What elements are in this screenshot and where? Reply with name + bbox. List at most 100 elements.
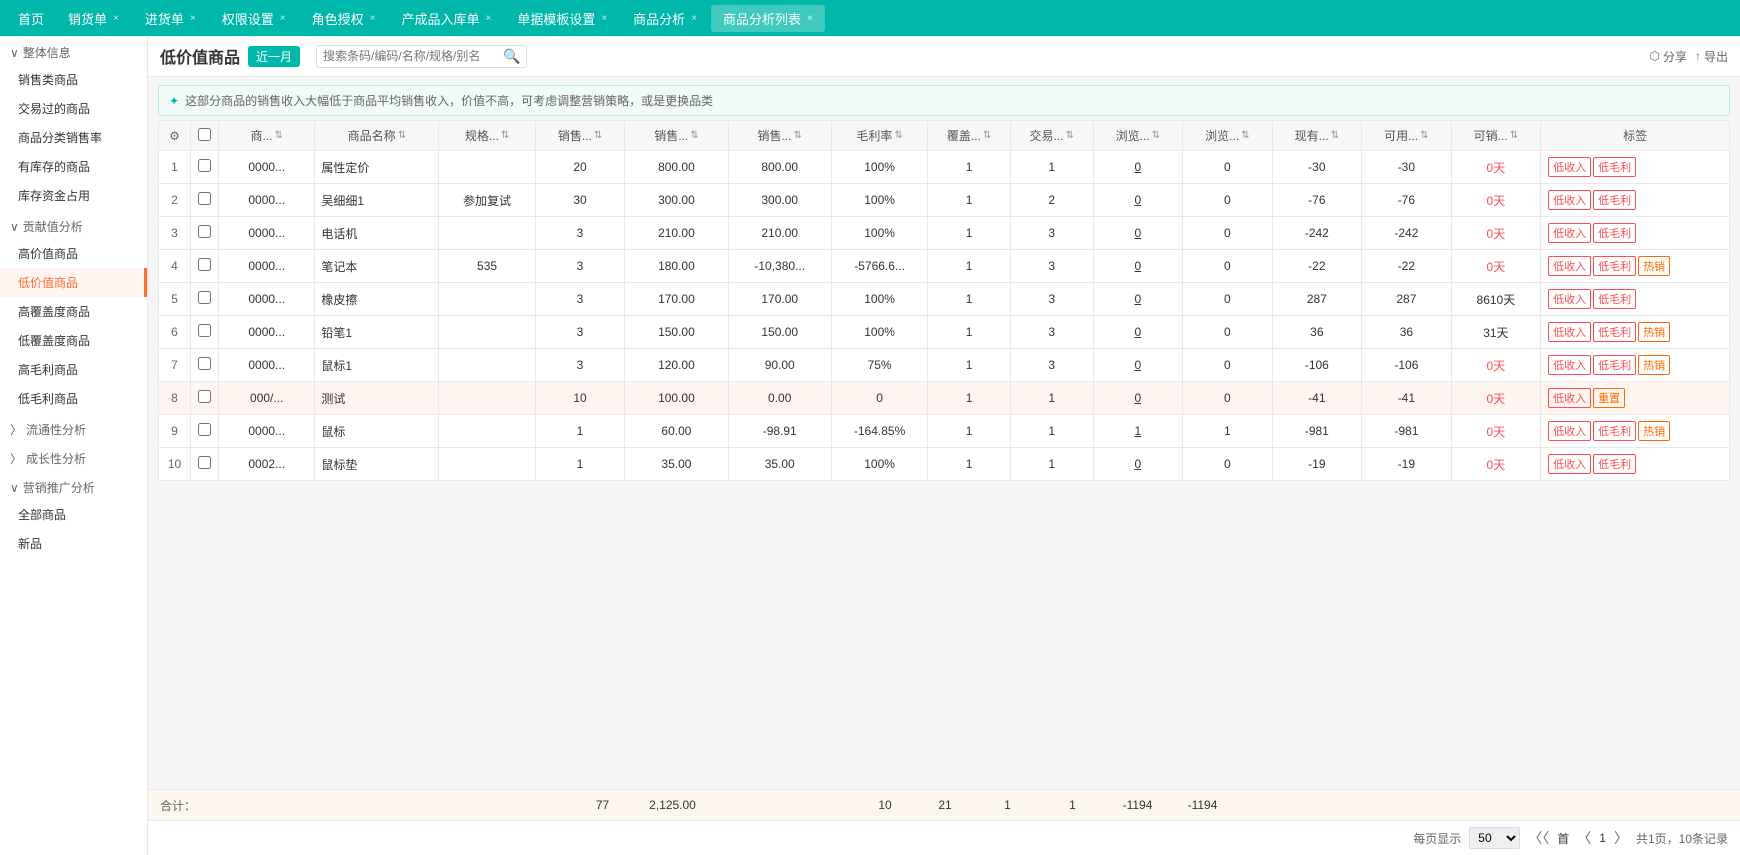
row-browse1[interactable]: 1	[1093, 415, 1183, 448]
close-icon[interactable]: ×	[691, 13, 697, 24]
nav-item-1[interactable]: 进货单 ×	[133, 5, 208, 32]
browse1-value[interactable]: 0	[1134, 160, 1141, 174]
sort-icon[interactable]: ⇅	[690, 130, 698, 141]
page-size-select[interactable]: 50 100	[1469, 827, 1520, 849]
sidebar-item-new-goods[interactable]: 新品	[0, 529, 147, 558]
nav-item-7[interactable]: 商品分析列表 ×	[711, 5, 825, 32]
row-checkbox[interactable]	[198, 324, 211, 337]
search-input[interactable]	[323, 49, 503, 63]
th-trade[interactable]: 交易...⇅	[1010, 121, 1093, 151]
browse1-value[interactable]: 0	[1134, 226, 1141, 240]
date-filter-button[interactable]: 近一月	[248, 46, 300, 67]
th-code[interactable]: 商...⇅	[219, 121, 315, 151]
sidebar-item-low-margin[interactable]: 低毛利商品	[0, 384, 147, 413]
nav-item-4[interactable]: 产成品入库单 ×	[389, 5, 503, 32]
row-checkbox[interactable]	[198, 423, 211, 436]
th-cover[interactable]: 覆盖...⇅	[928, 121, 1011, 151]
nav-item-0[interactable]: 销货单 ×	[56, 5, 131, 32]
search-icon[interactable]: 🔍	[503, 48, 520, 65]
row-browse1[interactable]: 0	[1093, 151, 1183, 184]
sidebar-item-all-goods[interactable]: 全部商品	[0, 500, 147, 529]
row-browse1[interactable]: 0	[1093, 349, 1183, 382]
sidebar-item-inventory-goods[interactable]: 有库存的商品	[0, 152, 147, 181]
th-available[interactable]: 可用...⇅	[1362, 121, 1452, 151]
th-spec[interactable]: 规格...⇅	[439, 121, 535, 151]
browse1-value[interactable]: 0	[1134, 193, 1141, 207]
browse1-value[interactable]: 1	[1134, 424, 1141, 438]
row-browse1[interactable]: 0	[1093, 316, 1183, 349]
next-page-button[interactable]: 〉	[1614, 828, 1628, 848]
sidebar-item-inventory-fund[interactable]: 库存资金占用	[0, 181, 147, 210]
close-icon[interactable]: ×	[485, 13, 491, 24]
sidebar-group-title-contribution[interactable]: ∨ 贡献值分析	[0, 210, 147, 239]
row-checkbox[interactable]	[198, 225, 211, 238]
export-button[interactable]: ↑ 导出	[1695, 48, 1728, 65]
th-current[interactable]: 现有...⇅	[1272, 121, 1362, 151]
sort-icon[interactable]: ⇅	[594, 130, 602, 141]
browse1-value[interactable]: 0	[1134, 358, 1141, 372]
sort-icon[interactable]: ⇅	[398, 130, 406, 141]
close-icon[interactable]: ×	[807, 13, 813, 24]
sort-icon[interactable]: ⇅	[1152, 130, 1160, 141]
sort-icon[interactable]: ⇅	[501, 130, 509, 141]
sort-icon[interactable]: ⇅	[894, 130, 902, 141]
row-checkbox[interactable]	[198, 192, 211, 205]
nav-item-5[interactable]: 单据模板设置 ×	[505, 5, 619, 32]
th-browse1[interactable]: 浏览...⇅	[1093, 121, 1183, 151]
row-checkbox[interactable]	[198, 357, 211, 370]
th-settings[interactable]: ⚙	[159, 121, 191, 151]
sidebar-item-high-value[interactable]: 高价值商品	[0, 239, 147, 268]
browse1-value[interactable]: 0	[1134, 325, 1141, 339]
nav-item-2[interactable]: 权限设置 ×	[210, 5, 298, 32]
row-browse1[interactable]: 0	[1093, 184, 1183, 217]
sidebar-item-low-value[interactable]: 低价值商品	[0, 268, 147, 297]
browse1-value[interactable]: 0	[1134, 391, 1141, 405]
sidebar-group-title-marketing[interactable]: ∨ 营销推广分析	[0, 471, 147, 500]
row-checkbox[interactable]	[198, 159, 211, 172]
th-salable[interactable]: 可销...⇅	[1451, 121, 1541, 151]
sidebar-group-title-growth[interactable]: 〉 成长性分析	[0, 442, 147, 471]
sort-icon[interactable]: ⇅	[1331, 130, 1339, 141]
close-icon[interactable]: ×	[190, 13, 196, 24]
close-icon[interactable]: ×	[113, 13, 119, 24]
th-sales1[interactable]: 销售...⇅	[535, 121, 625, 151]
th-sales2[interactable]: 销售...⇅	[625, 121, 728, 151]
sort-icon[interactable]: ⇅	[983, 130, 991, 141]
sidebar-item-low-coverage[interactable]: 低覆盖度商品	[0, 326, 147, 355]
sidebar-group-title-circulation[interactable]: 〉 流通性分析	[0, 413, 147, 442]
row-browse1[interactable]: 0	[1093, 250, 1183, 283]
row-checkbox[interactable]	[198, 456, 211, 469]
close-icon[interactable]: ×	[280, 13, 286, 24]
row-browse1[interactable]: 0	[1093, 448, 1183, 481]
th-gross[interactable]: 毛利率⇅	[831, 121, 927, 151]
row-browse1[interactable]: 0	[1093, 283, 1183, 316]
share-button[interactable]: ⬡ 分享	[1649, 48, 1687, 65]
nav-item-3[interactable]: 角色授权 ×	[300, 5, 388, 32]
sidebar-item-high-margin[interactable]: 高毛利商品	[0, 355, 147, 384]
browse1-value[interactable]: 0	[1134, 457, 1141, 471]
th-sales3[interactable]: 销售...⇅	[728, 121, 831, 151]
browse1-value[interactable]: 0	[1134, 292, 1141, 306]
sort-icon[interactable]: ⇅	[1241, 130, 1249, 141]
row-checkbox[interactable]	[198, 390, 211, 403]
browse1-value[interactable]: 0	[1134, 259, 1141, 273]
sort-icon[interactable]: ⇅	[1510, 130, 1518, 141]
row-browse1[interactable]: 0	[1093, 217, 1183, 250]
th-name[interactable]: 商品名称⇅	[315, 121, 439, 151]
sidebar-item-traded-goods[interactable]: 交易过的商品	[0, 94, 147, 123]
sort-icon[interactable]: ⇅	[1066, 130, 1074, 141]
sidebar-item-sales-goods[interactable]: 销售类商品	[0, 65, 147, 94]
row-checkbox[interactable]	[198, 258, 211, 271]
sort-icon[interactable]: ⇅	[1420, 130, 1428, 141]
sort-icon[interactable]: ⇅	[794, 130, 802, 141]
sort-icon[interactable]: ⇅	[275, 130, 283, 141]
row-checkbox[interactable]	[198, 291, 211, 304]
settings-icon[interactable]: ⚙	[169, 129, 180, 143]
prev-page-button[interactable]: 〈	[1577, 828, 1591, 848]
close-icon[interactable]: ×	[601, 13, 607, 24]
nav-home[interactable]: 首页	[8, 5, 54, 32]
sidebar-group-title-overall[interactable]: ∨ 整体信息	[0, 36, 147, 65]
sidebar-item-high-coverage[interactable]: 高覆盖度商品	[0, 297, 147, 326]
row-browse1[interactable]: 0	[1093, 382, 1183, 415]
first-page-button[interactable]: 〈〈	[1528, 828, 1549, 848]
